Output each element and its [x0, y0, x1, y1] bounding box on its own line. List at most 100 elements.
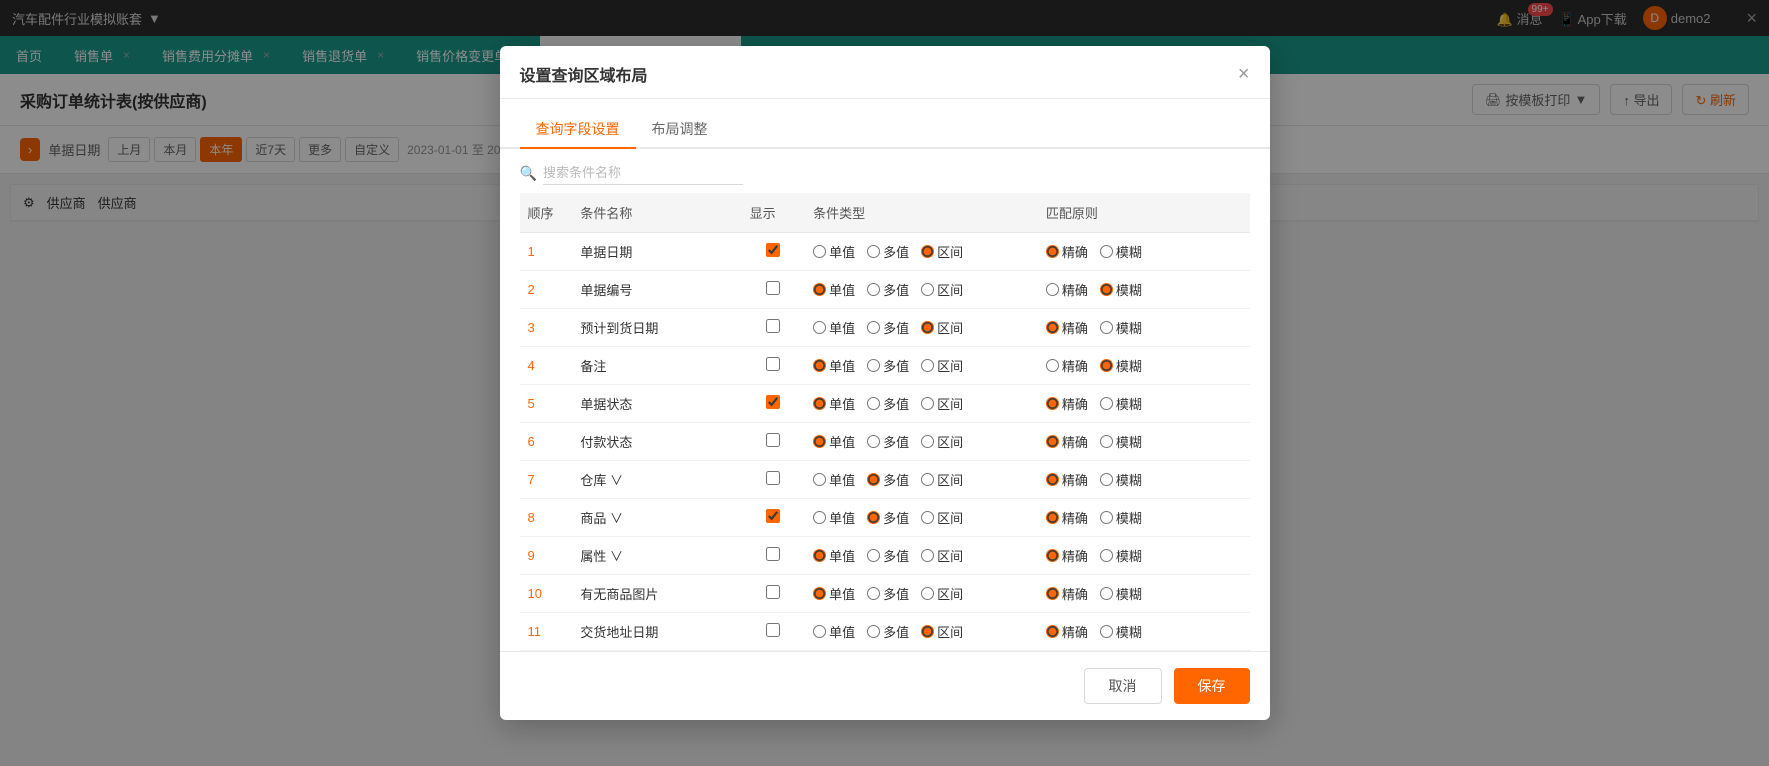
row-8-type-radio-单值[interactable]: [813, 549, 826, 562]
row-7-type-单值[interactable]: 单值: [813, 508, 855, 527]
row-10-match-精确[interactable]: 精确: [1046, 622, 1088, 641]
row-3-type-radio-区间[interactable]: [921, 359, 934, 372]
row-7-type-radio-多值[interactable]: [867, 511, 880, 524]
row-0-type-radio-区间[interactable]: [921, 245, 934, 258]
search-input[interactable]: [543, 161, 743, 185]
row-2-type-radio-多值[interactable]: [867, 321, 880, 334]
row-4-type-radio-区间[interactable]: [921, 397, 934, 410]
dialog-tab-layout[interactable]: 布局调整: [636, 111, 724, 149]
row-7-match-模糊[interactable]: 模糊: [1100, 508, 1142, 527]
row-5-type-radio-区间[interactable]: [921, 435, 934, 448]
row-6-type-单值[interactable]: 单值: [813, 470, 855, 489]
row-1-match-模糊[interactable]: 模糊: [1100, 280, 1142, 299]
row-3-type-多值[interactable]: 多值: [867, 356, 909, 375]
row-8-type-多值[interactable]: 多值: [867, 546, 909, 565]
row-5-type-区间[interactable]: 区间: [921, 432, 963, 451]
row-8-match-精确[interactable]: 精确: [1046, 546, 1088, 565]
row-5-match-模糊[interactable]: 模糊: [1100, 432, 1142, 451]
row-0-show-checkbox[interactable]: [766, 243, 780, 257]
row-5-type-多值[interactable]: 多值: [867, 432, 909, 451]
row-8-type-区间[interactable]: 区间: [921, 546, 963, 565]
row-8-show-checkbox[interactable]: [766, 547, 780, 561]
row-7-type-radio-单值[interactable]: [813, 511, 826, 524]
row-1-show-checkbox[interactable]: [766, 281, 780, 295]
row-2-type-radio-单值[interactable]: [813, 321, 826, 334]
row-6-type-radio-单值[interactable]: [813, 473, 826, 486]
row-0-match-radio-精确[interactable]: [1046, 245, 1059, 258]
row-9-type-radio-单值[interactable]: [813, 587, 826, 600]
row-0-type-单值[interactable]: 单值: [813, 242, 855, 261]
row-2-type-多值[interactable]: 多值: [867, 318, 909, 337]
row-5-type-radio-单值[interactable]: [813, 435, 826, 448]
row-4-type-radio-多值[interactable]: [867, 397, 880, 410]
row-3-match-精确[interactable]: 精确: [1046, 356, 1088, 375]
row-1-match-精确[interactable]: 精确: [1046, 280, 1088, 299]
row-10-match-radio-模糊[interactable]: [1100, 625, 1113, 638]
row-6-type-区间[interactable]: 区间: [921, 470, 963, 489]
row-0-type-区间[interactable]: 区间: [921, 242, 963, 261]
row-6-type-多值[interactable]: 多值: [867, 470, 909, 489]
row-6-match-精确[interactable]: 精确: [1046, 470, 1088, 489]
row-7-match-精确[interactable]: 精确: [1046, 508, 1088, 527]
row-3-show-checkbox[interactable]: [766, 357, 780, 371]
row-9-type-区间[interactable]: 区间: [921, 584, 963, 603]
row-1-type-区间[interactable]: 区间: [921, 280, 963, 299]
row-6-match-radio-精确[interactable]: [1046, 473, 1059, 486]
row-9-match-radio-精确[interactable]: [1046, 587, 1059, 600]
row-5-type-radio-多值[interactable]: [867, 435, 880, 448]
row-3-type-radio-单值[interactable]: [813, 359, 826, 372]
row-7-show-checkbox[interactable]: [766, 509, 780, 523]
row-3-type-radio-多值[interactable]: [867, 359, 880, 372]
row-10-type-多值[interactable]: 多值: [867, 622, 909, 641]
row-4-match-模糊[interactable]: 模糊: [1100, 394, 1142, 413]
row-9-show-checkbox[interactable]: [766, 585, 780, 599]
row-8-match-radio-模糊[interactable]: [1100, 549, 1113, 562]
row-9-match-模糊[interactable]: 模糊: [1100, 584, 1142, 603]
row-8-type-单值[interactable]: 单值: [813, 546, 855, 565]
row-2-match-radio-模糊[interactable]: [1100, 321, 1113, 334]
row-7-type-区间[interactable]: 区间: [921, 508, 963, 527]
row-8-match-radio-精确[interactable]: [1046, 549, 1059, 562]
row-1-match-radio-模糊[interactable]: [1100, 283, 1113, 296]
row-9-match-精确[interactable]: 精确: [1046, 584, 1088, 603]
row-0-match-精确[interactable]: 精确: [1046, 242, 1088, 261]
cancel-button[interactable]: 取消: [1084, 668, 1162, 704]
row-1-match-radio-精确[interactable]: [1046, 283, 1059, 296]
row-4-show-checkbox[interactable]: [766, 395, 780, 409]
dialog-tab-query-fields[interactable]: 查询字段设置: [520, 111, 636, 149]
row-10-match-radio-精确[interactable]: [1046, 625, 1059, 638]
row-10-type-区间[interactable]: 区间: [921, 622, 963, 641]
row-2-match-radio-精确[interactable]: [1046, 321, 1059, 334]
row-2-show-checkbox[interactable]: [766, 319, 780, 333]
row-10-type-radio-区间[interactable]: [921, 625, 934, 638]
row-5-match-radio-精确[interactable]: [1046, 435, 1059, 448]
row-7-match-radio-模糊[interactable]: [1100, 511, 1113, 524]
row-3-type-区间[interactable]: 区间: [921, 356, 963, 375]
row-4-match-radio-精确[interactable]: [1046, 397, 1059, 410]
row-8-type-radio-多值[interactable]: [867, 549, 880, 562]
row-2-type-单值[interactable]: 单值: [813, 318, 855, 337]
row-1-type-radio-多值[interactable]: [867, 283, 880, 296]
row-5-type-单值[interactable]: 单值: [813, 432, 855, 451]
row-10-type-radio-单值[interactable]: [813, 625, 826, 638]
row-0-type-多值[interactable]: 多值: [867, 242, 909, 261]
row-8-type-radio-区间[interactable]: [921, 549, 934, 562]
row-4-type-区间[interactable]: 区间: [921, 394, 963, 413]
row-10-type-radio-多值[interactable]: [867, 625, 880, 638]
row-9-type-单值[interactable]: 单值: [813, 584, 855, 603]
row-10-show-checkbox[interactable]: [766, 623, 780, 637]
row-7-match-radio-精确[interactable]: [1046, 511, 1059, 524]
row-4-type-radio-单值[interactable]: [813, 397, 826, 410]
row-9-type-多值[interactable]: 多值: [867, 584, 909, 603]
row-9-type-radio-区间[interactable]: [921, 587, 934, 600]
row-1-type-单值[interactable]: 单值: [813, 280, 855, 299]
row-2-match-模糊[interactable]: 模糊: [1100, 318, 1142, 337]
row-10-match-模糊[interactable]: 模糊: [1100, 622, 1142, 641]
row-0-type-radio-多值[interactable]: [867, 245, 880, 258]
row-3-match-radio-精确[interactable]: [1046, 359, 1059, 372]
row-6-type-radio-区间[interactable]: [921, 473, 934, 486]
row-6-match-模糊[interactable]: 模糊: [1100, 470, 1142, 489]
row-5-match-精确[interactable]: 精确: [1046, 432, 1088, 451]
row-0-match-模糊[interactable]: 模糊: [1100, 242, 1142, 261]
row-4-type-单值[interactable]: 单值: [813, 394, 855, 413]
